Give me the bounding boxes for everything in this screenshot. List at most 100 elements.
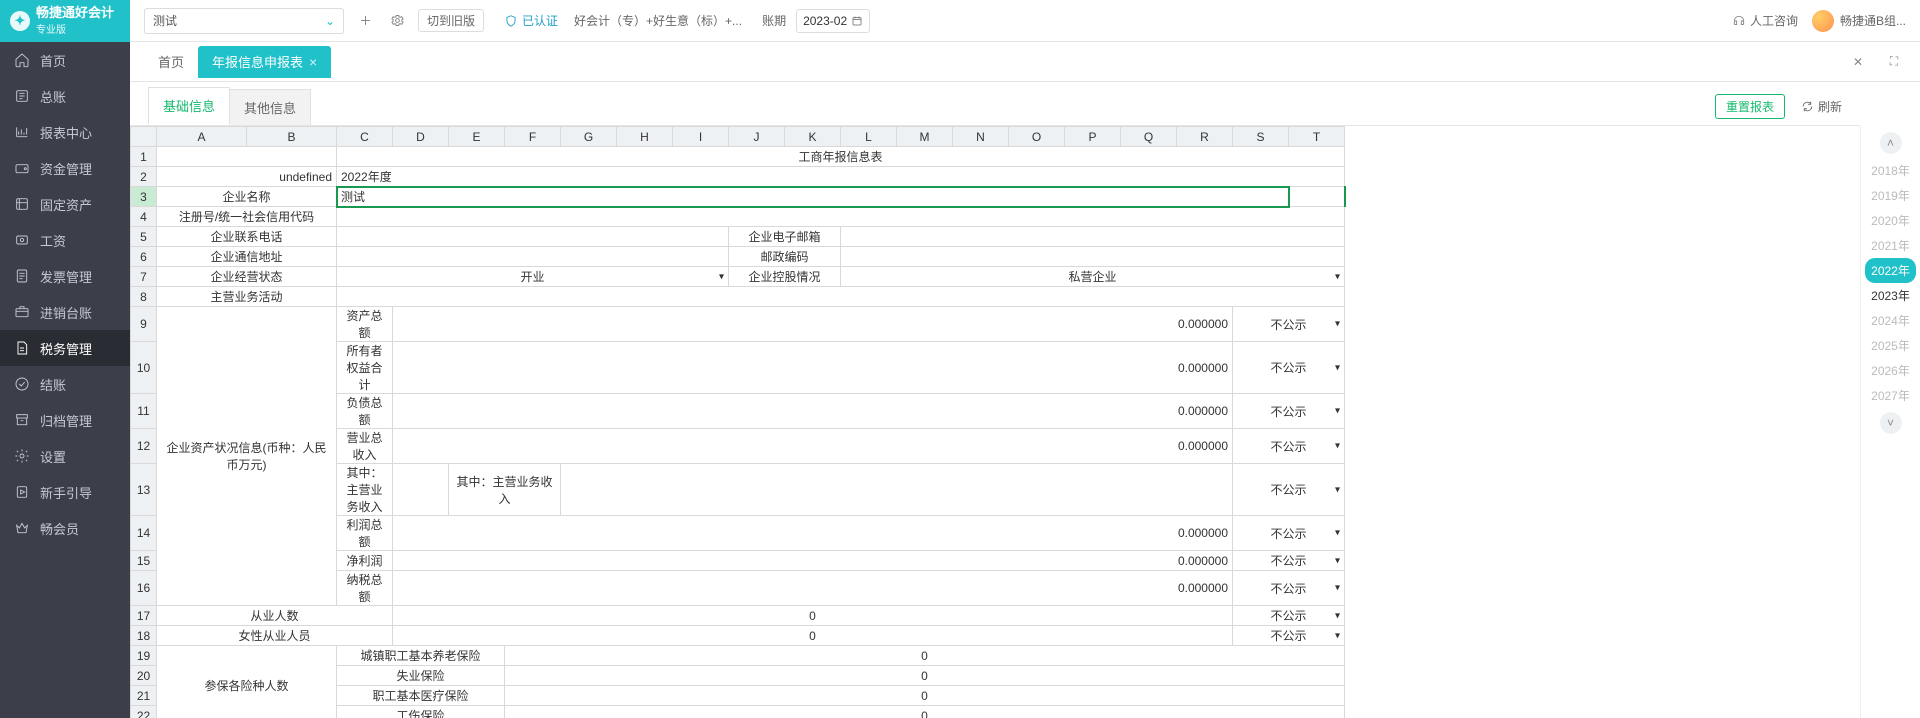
- female-emp-value[interactable]: 0: [393, 626, 1233, 646]
- col-header-C[interactable]: C: [337, 127, 393, 147]
- sidebar-item-ledger[interactable]: 总账: [0, 78, 130, 114]
- row-header-19[interactable]: 19: [131, 646, 157, 666]
- total_liab-disclose[interactable]: 不公示: [1233, 394, 1345, 429]
- row-header-10[interactable]: 10: [131, 342, 157, 394]
- row-header-15[interactable]: 15: [131, 551, 157, 571]
- sidebar-item-guide[interactable]: 新手引导: [0, 474, 130, 510]
- row-header-11[interactable]: 11: [131, 394, 157, 429]
- employees-disclose[interactable]: 不公示: [1233, 606, 1345, 626]
- employees-value[interactable]: 0: [393, 606, 1233, 626]
- sidebar-item-tax[interactable]: 税务管理: [0, 330, 130, 366]
- total_tax-disclose[interactable]: 不公示: [1233, 571, 1345, 606]
- col-header-Q[interactable]: Q: [1121, 127, 1177, 147]
- tab-annual-report[interactable]: 年报信息申报表 ×: [198, 46, 331, 78]
- sidebar-item-close[interactable]: 结账: [0, 366, 130, 402]
- total_liab-value[interactable]: 0.000000: [393, 394, 1233, 429]
- col-header-P[interactable]: P: [1065, 127, 1121, 147]
- subtab-basic[interactable]: 基础信息: [148, 87, 230, 125]
- ins_unemp-value[interactable]: 0: [505, 666, 1345, 686]
- sidebar-item-stock[interactable]: 进销台账: [0, 294, 130, 330]
- row-header-8[interactable]: 8: [131, 287, 157, 307]
- year-2020年[interactable]: 2020年: [1865, 208, 1916, 233]
- year-2019年[interactable]: 2019年: [1865, 183, 1916, 208]
- col-header-E[interactable]: E: [449, 127, 505, 147]
- owner_equity-value[interactable]: 0.000000: [393, 342, 1233, 394]
- total_assets-disclose[interactable]: 不公示: [1233, 307, 1345, 342]
- refresh-button[interactable]: 刷新: [1801, 98, 1842, 115]
- year-2018年[interactable]: 2018年: [1865, 158, 1916, 183]
- sidebar-item-vip[interactable]: 畅会员: [0, 510, 130, 546]
- col-header-I[interactable]: I: [673, 127, 729, 147]
- reset-button[interactable]: 重置报表: [1715, 94, 1785, 119]
- col-header-D[interactable]: D: [393, 127, 449, 147]
- year-2022年[interactable]: 2022年: [1865, 258, 1916, 283]
- col-header-N[interactable]: N: [953, 127, 1009, 147]
- total_rev-value[interactable]: 0.000000: [393, 429, 1233, 464]
- close-all-button[interactable]: ✕: [1844, 48, 1872, 76]
- col-header-K[interactable]: K: [785, 127, 841, 147]
- col-header-L[interactable]: L: [841, 127, 897, 147]
- sidebar-item-asset[interactable]: 固定资产: [0, 186, 130, 222]
- sidebar-item-invoice[interactable]: 发票管理: [0, 258, 130, 294]
- year-up-button[interactable]: ˄: [1880, 132, 1902, 154]
- address-cell[interactable]: [337, 247, 729, 267]
- row-header-9[interactable]: 9: [131, 307, 157, 342]
- period-select[interactable]: 2023-02: [796, 9, 870, 33]
- year-2023年[interactable]: 2023年: [1865, 283, 1916, 308]
- row-header-14[interactable]: 14: [131, 516, 157, 551]
- total_profit-value[interactable]: 0.000000: [393, 516, 1233, 551]
- gear-icon[interactable]: [386, 10, 408, 32]
- holding-select[interactable]: 私营企业: [841, 267, 1345, 287]
- total_rev-disclose[interactable]: 不公示: [1233, 429, 1345, 464]
- col-header-O[interactable]: O: [1009, 127, 1065, 147]
- col-header-M[interactable]: M: [897, 127, 953, 147]
- support-link[interactable]: 人工咨询: [1732, 12, 1798, 29]
- row-header-21[interactable]: 21: [131, 686, 157, 706]
- close-icon[interactable]: ×: [309, 55, 317, 69]
- row-header-3[interactable]: 3: [131, 187, 157, 207]
- row-header-22[interactable]: 22: [131, 706, 157, 718]
- row-header-1[interactable]: 1: [131, 147, 157, 167]
- ins_pension-value[interactable]: 0: [505, 646, 1345, 666]
- fullscreen-button[interactable]: ⛶: [1880, 48, 1908, 76]
- row-header-6[interactable]: 6: [131, 247, 157, 267]
- col-header-S[interactable]: S: [1233, 127, 1289, 147]
- main_rev-disclose[interactable]: 不公示: [1233, 464, 1345, 516]
- year-2025年[interactable]: 2025年: [1865, 333, 1916, 358]
- total_assets-value[interactable]: 0.000000: [393, 307, 1233, 342]
- sidebar-item-archive[interactable]: 归档管理: [0, 402, 130, 438]
- year-2026年[interactable]: 2026年: [1865, 358, 1916, 383]
- row-header-16[interactable]: 16: [131, 571, 157, 606]
- row-header-20[interactable]: 20: [131, 666, 157, 686]
- main-biz-cell[interactable]: [337, 287, 1345, 307]
- email-cell[interactable]: [841, 227, 1345, 247]
- row-header-5[interactable]: 5: [131, 227, 157, 247]
- year-2021年[interactable]: 2021年: [1865, 233, 1916, 258]
- sidebar-item-home[interactable]: 首页: [0, 42, 130, 78]
- owner_equity-disclose[interactable]: 不公示: [1233, 342, 1345, 394]
- col-header-B[interactable]: B: [247, 127, 337, 147]
- year-down-button[interactable]: ˅: [1880, 412, 1902, 434]
- row-header-13[interactable]: 13: [131, 464, 157, 516]
- main-rev-cell[interactable]: [561, 464, 1233, 516]
- row-header-2[interactable]: 2: [131, 167, 157, 187]
- sidebar-item-salary[interactable]: 工资: [0, 222, 130, 258]
- postcode-cell[interactable]: [841, 247, 1345, 267]
- col-header-R[interactable]: R: [1177, 127, 1233, 147]
- row-header-4[interactable]: 4: [131, 207, 157, 227]
- spreadsheet[interactable]: ABCDEFGHIJKLMNOPQRST1工商年报信息表2undefined20…: [130, 126, 1860, 718]
- company-name-cell[interactable]: 测试: [337, 187, 1289, 207]
- biz-status-select[interactable]: 开业: [337, 267, 729, 287]
- net_profit-value[interactable]: 0.000000: [393, 551, 1233, 571]
- sidebar-item-wallet[interactable]: 资金管理: [0, 150, 130, 186]
- col-header-F[interactable]: F: [505, 127, 561, 147]
- year-2024年[interactable]: 2024年: [1865, 308, 1916, 333]
- reg-no-cell[interactable]: [337, 207, 1345, 227]
- total_profit-disclose[interactable]: 不公示: [1233, 516, 1345, 551]
- net_profit-disclose[interactable]: 不公示: [1233, 551, 1345, 571]
- total_tax-value[interactable]: 0.000000: [393, 571, 1233, 606]
- ins_injury-value[interactable]: 0: [505, 706, 1345, 718]
- row-header-12[interactable]: 12: [131, 429, 157, 464]
- col-header-A[interactable]: A: [157, 127, 247, 147]
- sidebar-item-chart[interactable]: 报表中心: [0, 114, 130, 150]
